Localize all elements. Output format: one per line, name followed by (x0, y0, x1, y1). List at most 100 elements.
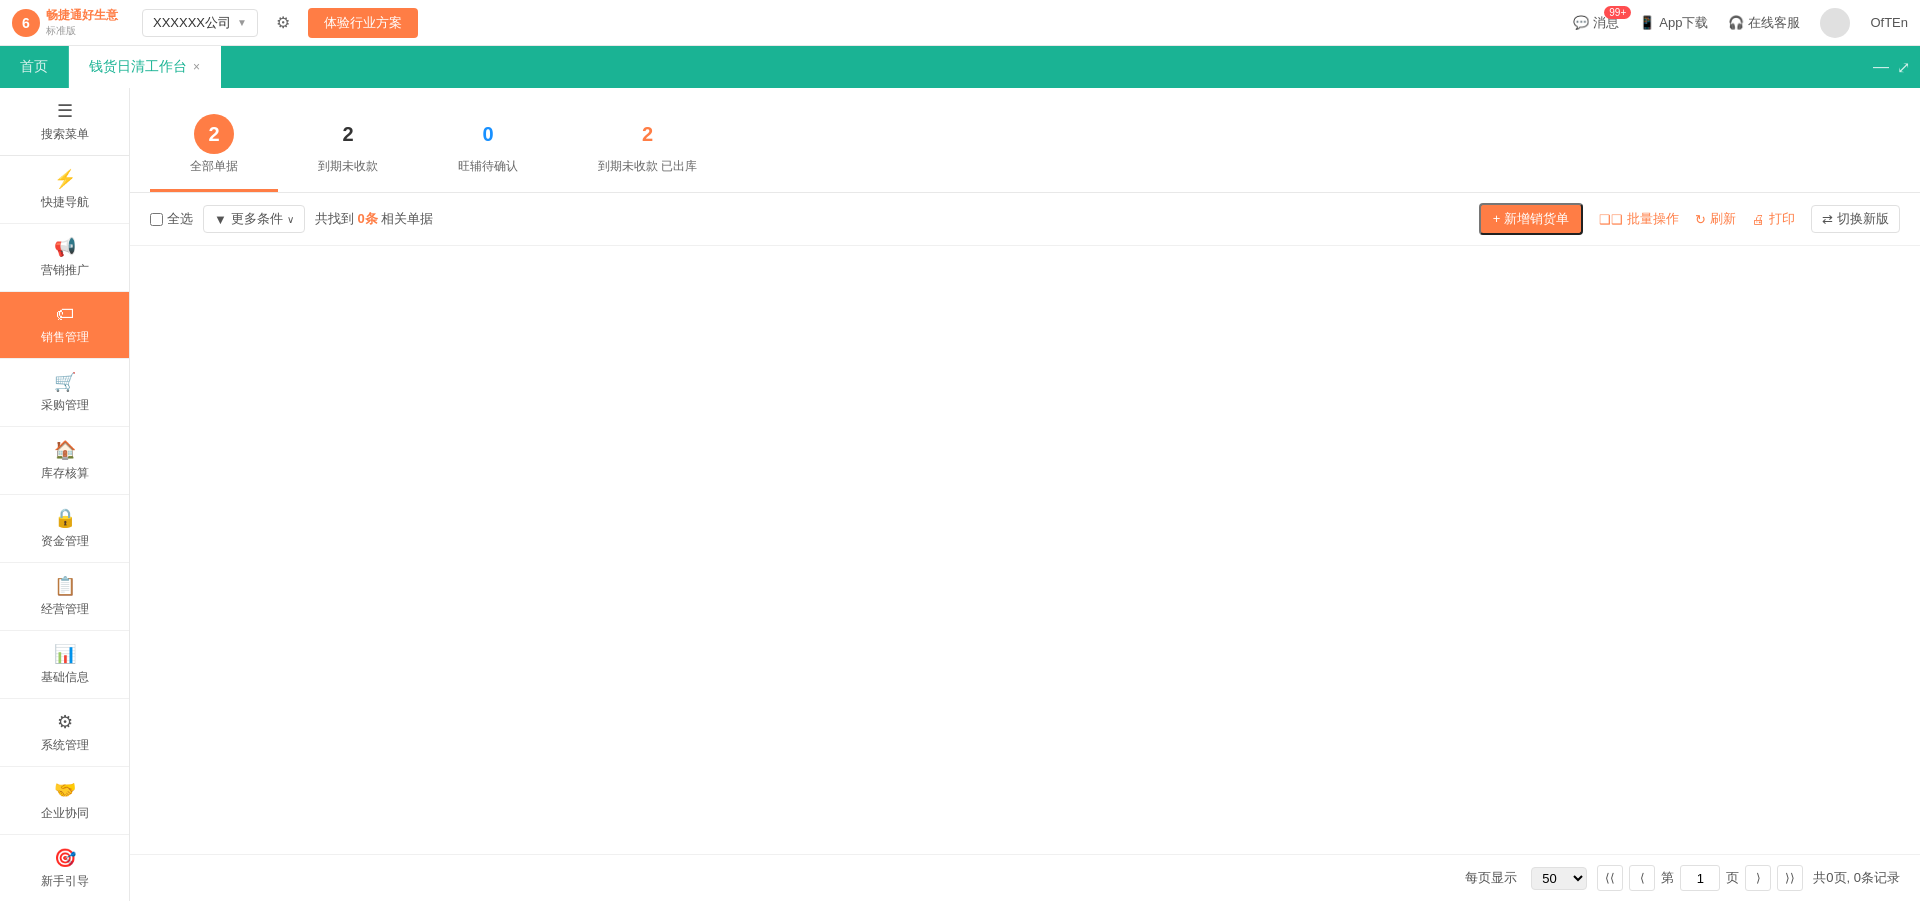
toolbar: 全选 ▼ 更多条件 ∨ 共找到 0条 相关单据 + 新增销货单 ❑❑ 批量操作 (130, 193, 1920, 246)
stat-tab-overdue[interactable]: 2 到期未收款 (278, 104, 418, 192)
select-all-input[interactable] (150, 213, 163, 226)
switch-version-button[interactable]: ⇄ 切换新版 (1811, 205, 1900, 233)
guide-icon: 🎯 (54, 847, 76, 869)
settings-button[interactable]: ⚙ (268, 8, 298, 38)
tab-minimize-icon[interactable]: — (1873, 58, 1889, 76)
stat-overdue-label: 到期未收款 (318, 158, 378, 175)
sidebar-label-system: 系统管理 (41, 737, 89, 754)
sidebar-item-quick-nav[interactable]: ⚡ 快捷导航 (0, 156, 129, 224)
finance-icon: 🔒 (54, 507, 76, 529)
sidebar-label-finance: 资金管理 (41, 533, 89, 550)
print-icon: 🖨 (1752, 212, 1765, 227)
sidebar-label-sales: 销售管理 (41, 329, 89, 346)
found-text: 共找到 0条 相关单据 (315, 210, 433, 228)
page-total: 共0页, 0条记录 (1813, 869, 1900, 887)
sidebar-label-operation: 经营管理 (41, 601, 89, 618)
stat-all-number: 2 (208, 123, 219, 146)
filter-button[interactable]: ▼ 更多条件 ∨ (203, 205, 305, 233)
app-download-label: App下载 (1659, 14, 1708, 32)
next-page-button[interactable]: ⟩ (1745, 865, 1771, 891)
stat-shipped-label: 到期未收款 已出库 (598, 158, 697, 175)
sidebar-item-system[interactable]: ⚙ 系统管理 (0, 699, 129, 767)
print-label: 打印 (1769, 210, 1795, 228)
sidebar-item-finance[interactable]: 🔒 资金管理 (0, 495, 129, 563)
purchase-icon: 🛒 (54, 371, 76, 393)
tab-home[interactable]: 首页 (0, 46, 69, 88)
stat-pending-label: 旺辅待确认 (458, 158, 518, 175)
stats-tabs: 2 全部单据 2 到期未收款 0 旺辅待确认 2 到期未收款 已出 (130, 88, 1920, 193)
found-count: 0条 (358, 211, 378, 226)
sidebar: ☰ 搜索菜单 ⚡ 快捷导航 📢 营销推广 🏷 销售管理 🛒 采购管理 🏠 库存核… (0, 88, 130, 901)
batch-icon: ❑❑ (1599, 212, 1623, 227)
stat-tab-all[interactable]: 2 全部单据 (150, 104, 278, 192)
nav-tabs: 首页 钱货日清工作台 × — ⤢ (0, 46, 1920, 88)
sidebar-item-search-menu[interactable]: ☰ 搜索菜单 (0, 88, 129, 156)
per-page-label: 每页显示 (1465, 869, 1517, 887)
company-selector[interactable]: XXXXXX公司 ▼ (142, 9, 258, 37)
switch-icon: ⇄ (1822, 212, 1833, 227)
switch-label: 切换新版 (1837, 210, 1889, 228)
app-download-button[interactable]: 📱 App下载 (1639, 14, 1708, 32)
operation-icon: 📋 (54, 575, 76, 597)
prev-page-button[interactable]: ⟨ (1629, 865, 1655, 891)
logo-text: 畅捷通好生意 标准版 (46, 7, 118, 38)
stat-overdue-number: 2 (342, 123, 353, 146)
page-input[interactable] (1680, 865, 1720, 891)
sidebar-item-enterprise[interactable]: 🤝 企业协同 (0, 767, 129, 835)
message-badge: 99+ (1604, 6, 1631, 19)
company-name: XXXXXX公司 (153, 14, 231, 32)
per-page-select[interactable]: 50 100 200 (1531, 867, 1587, 890)
footer: 每页显示 50 100 200 ⟨⟨ ⟨ 第 页 ⟩ ⟩⟩ 共0页, 0条记录 (130, 854, 1920, 901)
sidebar-item-basic-info[interactable]: 📊 基础信息 (0, 631, 129, 699)
batch-operation-button[interactable]: ❑❑ 批量操作 (1599, 210, 1679, 228)
header-right: 💬 消息 99+ 📱 App下载 🎧 在线客服 OfTEn (1573, 8, 1908, 38)
first-page-button[interactable]: ⟨⟨ (1597, 865, 1623, 891)
filter-chevron-icon: ∨ (287, 214, 294, 225)
system-icon: ⚙ (57, 711, 73, 733)
stat-tab-shipped[interactable]: 2 到期未收款 已出库 (558, 104, 737, 192)
stat-tab-pending[interactable]: 0 旺辅待确认 (418, 104, 558, 192)
filter-label: 更多条件 (231, 210, 283, 228)
add-order-button[interactable]: + 新增销货单 (1479, 203, 1583, 235)
online-service-button[interactable]: 🎧 在线客服 (1728, 14, 1800, 32)
last-page-button[interactable]: ⟩⟩ (1777, 865, 1803, 891)
stat-shipped-number: 2 (642, 123, 653, 146)
print-button[interactable]: 🖨 打印 (1752, 210, 1795, 228)
quick-nav-icon: ⚡ (54, 168, 76, 190)
sales-icon: 🏷 (56, 304, 74, 325)
sidebar-label-quick: 快捷导航 (41, 194, 89, 211)
tab-home-label: 首页 (20, 58, 48, 76)
avatar[interactable] (1820, 8, 1850, 38)
sidebar-item-purchase[interactable]: 🛒 采购管理 (0, 359, 129, 427)
filter-icon: ▼ (214, 212, 227, 227)
stat-shipped-number-box: 2 (628, 114, 668, 154)
tab-maximize-icon[interactable]: ⤢ (1897, 58, 1910, 77)
enterprise-icon: 🤝 (54, 779, 76, 801)
sidebar-item-operation[interactable]: 📋 经营管理 (0, 563, 129, 631)
sidebar-label-purchase: 采购管理 (41, 397, 89, 414)
download-icon: 📱 (1639, 15, 1655, 30)
sidebar-label-guide: 新手引导 (41, 873, 89, 890)
message-button[interactable]: 💬 消息 99+ (1573, 14, 1619, 32)
page-suffix: 页 (1726, 869, 1739, 887)
refresh-button[interactable]: ↻ 刷新 (1695, 210, 1736, 228)
experience-button[interactable]: 体验行业方案 (308, 8, 418, 38)
stat-all-label: 全部单据 (190, 158, 238, 175)
content-area: 2 全部单据 2 到期未收款 0 旺辅待确认 2 到期未收款 已出 (130, 88, 1920, 901)
tab-close-icon[interactable]: × (193, 60, 200, 74)
tab-workbench[interactable]: 钱货日清工作台 × (69, 46, 221, 88)
sidebar-item-inventory[interactable]: 🏠 库存核算 (0, 427, 129, 495)
message-icon: 💬 (1573, 15, 1589, 30)
sidebar-label-enterprise: 企业协同 (41, 805, 89, 822)
sidebar-item-guide[interactable]: 🎯 新手引导 (0, 835, 129, 901)
toolbar-right: + 新增销货单 ❑❑ 批量操作 ↻ 刷新 🖨 打印 ⇄ 切换新版 (1479, 203, 1900, 235)
inventory-icon: 🏠 (54, 439, 76, 461)
basic-info-icon: 📊 (54, 643, 76, 665)
sidebar-item-marketing[interactable]: 📢 营销推广 (0, 224, 129, 292)
sidebar-item-sales[interactable]: 🏷 销售管理 (0, 292, 129, 359)
settings-icon: ⚙ (276, 13, 290, 32)
online-service-label: 在线客服 (1748, 14, 1800, 32)
logo-icon: 6 (12, 9, 40, 37)
top-header: 6 畅捷通好生意 标准版 XXXXXX公司 ▼ ⚙ 体验行业方案 💬 消息 99… (0, 0, 1920, 46)
select-all-checkbox[interactable]: 全选 (150, 210, 193, 228)
